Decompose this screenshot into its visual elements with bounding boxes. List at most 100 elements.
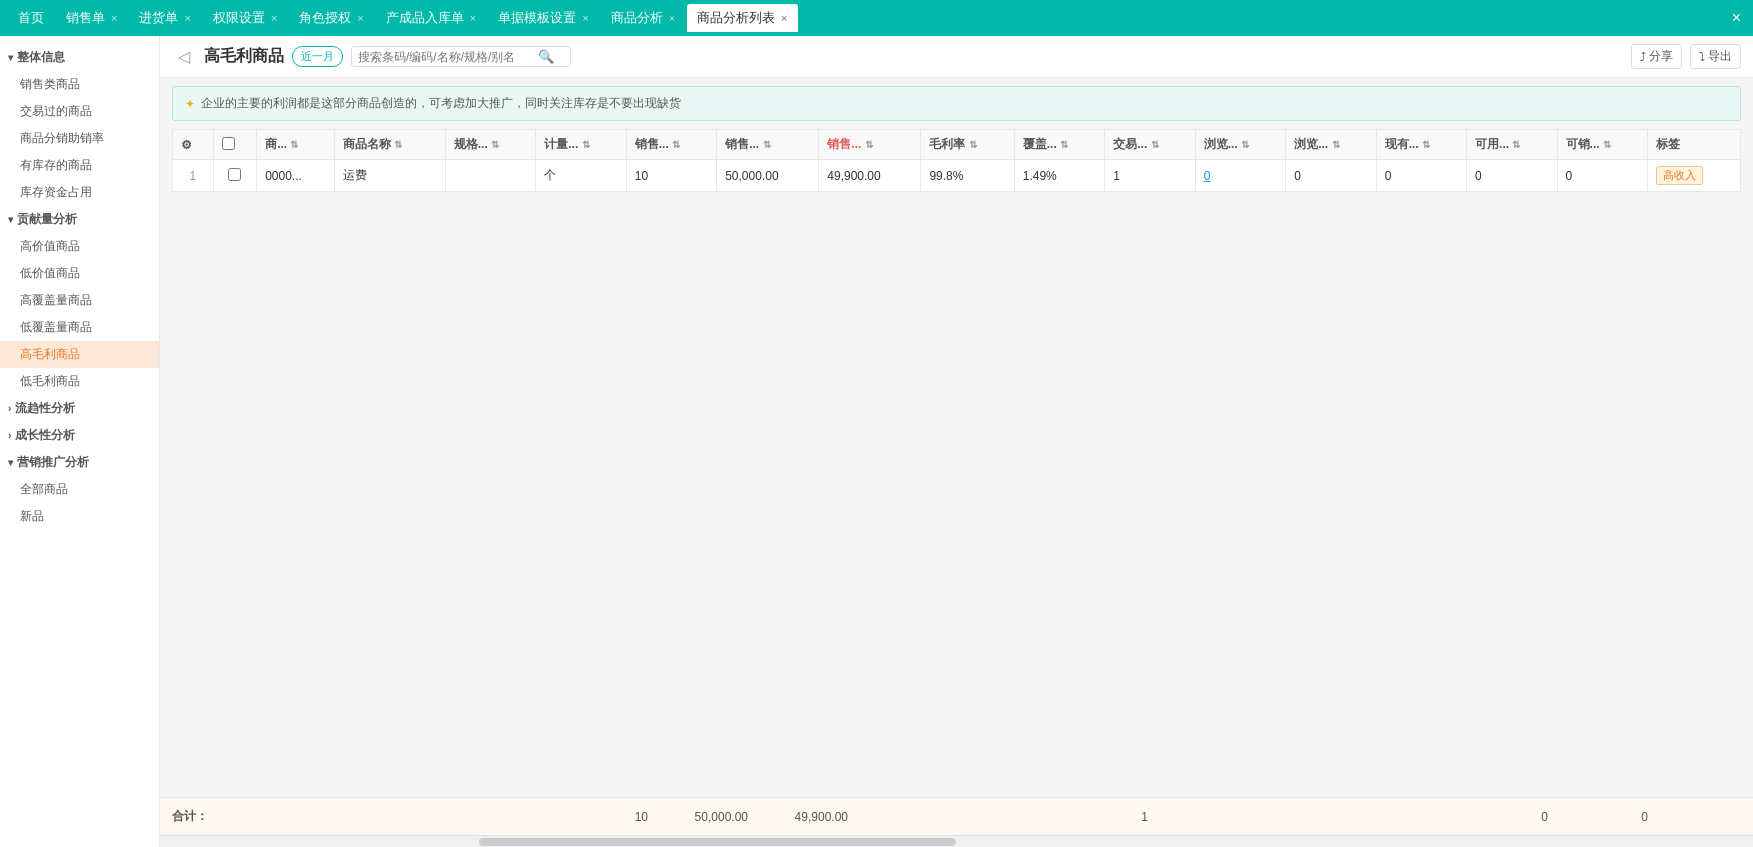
collapse-sidebar-button[interactable]: ◁ (172, 45, 196, 68)
col-unit[interactable]: 计量... ⇅ (536, 130, 626, 160)
search-icon[interactable]: 🔍 (538, 49, 554, 64)
products-table: ⚙ 商... ⇅ 商品名称 ⇅ 规格... ⇅ 计量... ⇅ 销售... ⇅ … (172, 129, 1741, 192)
sidebar-section-trend[interactable]: › 流趋性分析 (0, 395, 159, 422)
sidebar-section-overall[interactable]: ▾ 整体信息 (0, 44, 159, 71)
horizontal-scrollbar[interactable] (160, 835, 1753, 847)
col-spec[interactable]: 规格... ⇅ (445, 130, 535, 160)
tab-permission-settings[interactable]: 权限设置 × (203, 4, 287, 32)
sidebar-item-all-products[interactable]: 全部商品 (0, 476, 159, 503)
sidebar-item-low-value[interactable]: 低价值商品 (0, 260, 159, 287)
col-sales-amt[interactable]: 销售... ⇅ (717, 130, 819, 160)
col-settings[interactable]: ⚙ (173, 130, 214, 160)
tab-analysis-list[interactable]: 商品分析列表 × (687, 4, 797, 32)
row-name: 运费 (335, 160, 446, 192)
col-view2[interactable]: 浏览... ⇅ (1286, 130, 1376, 160)
header-actions: ⤴ 分享 ⤵ 导出 (1631, 44, 1741, 69)
sidebar-item-sales-products[interactable]: 销售类商品 (0, 71, 159, 98)
row-code: 0000... (257, 160, 335, 192)
tab-sales-order[interactable]: 销售单 × (56, 4, 127, 32)
table-row: 1 0000... 运费 个 10 50,000.00 49,900.00 99… (173, 160, 1741, 192)
period-filter-button[interactable]: 近一月 (292, 46, 343, 67)
close-tab-template[interactable]: × (582, 12, 588, 24)
tab-purchase-order[interactable]: 进货单 × (129, 4, 200, 32)
row-sales-amt: 50,000.00 (717, 160, 819, 192)
tab-role-auth[interactable]: 角色授权 × (289, 4, 373, 32)
content-header: ◁ 高毛利商品 近一月 🔍 ⤴ 分享 ⤵ 导出 (160, 36, 1753, 78)
tab-home[interactable]: 首页 (8, 4, 54, 32)
top-navigation: 首页 销售单 × 进货单 × 权限设置 × 角色授权 × 产成品入库单 × 单据… (0, 0, 1753, 36)
arrow-overall: ▾ (8, 52, 13, 63)
sidebar-section-contribution[interactable]: ▾ 贡献量分析 (0, 206, 159, 233)
sidebar-item-in-stock[interactable]: 有库存的商品 (0, 152, 159, 179)
sidebar-item-distribution-rate[interactable]: 商品分销助销率 (0, 125, 159, 152)
sidebar: ▾ 整体信息 销售类商品 交易过的商品 商品分销助销率 有库存的商品 库存资金占… (0, 36, 160, 847)
row-trade-count: 1 (1105, 160, 1195, 192)
arrow-contribution: ▾ (8, 214, 13, 225)
col-view1[interactable]: 浏览... ⇅ (1195, 130, 1285, 160)
row-spec (445, 160, 535, 192)
close-tab-permission[interactable]: × (271, 12, 277, 24)
row-stock-saleable: 0 (1557, 160, 1647, 192)
col-gross-margin[interactable]: 毛利率 ⇅ (921, 130, 1014, 160)
sidebar-item-low-margin[interactable]: 低毛利商品 (0, 368, 159, 395)
close-tab-sales-order[interactable]: × (111, 12, 117, 24)
info-message: 企业的主要的利润都是这部分商品创造的，可考虑加大推广，同时关注库存是不要出现缺货 (201, 95, 681, 112)
export-button[interactable]: ⤵ 导出 (1690, 44, 1741, 69)
row-checkbox-cell[interactable] (213, 160, 257, 192)
search-input[interactable] (358, 50, 538, 64)
share-button[interactable]: ⤴ 分享 (1631, 44, 1682, 69)
row-view1[interactable]: 0 (1195, 160, 1285, 192)
col-tag[interactable]: 标签 (1648, 130, 1741, 160)
col-stock-current[interactable]: 现有... ⇅ (1376, 130, 1466, 160)
col-coverage[interactable]: 覆盖... ⇅ (1014, 130, 1104, 160)
sidebar-item-traded-products[interactable]: 交易过的商品 (0, 98, 159, 125)
col-stock-saleable[interactable]: 可销... ⇅ (1557, 130, 1647, 160)
row-view2: 0 (1286, 160, 1376, 192)
row-tag: 高收入 (1648, 160, 1741, 192)
search-box[interactable]: 🔍 (351, 46, 571, 67)
col-checkbox[interactable] (213, 130, 257, 160)
tab-product-analysis[interactable]: 商品分析 × (601, 4, 685, 32)
sidebar-item-high-margin[interactable]: 高毛利商品 (0, 341, 159, 368)
table-footer: 合计： 10 50,000.00 49,900.00 1 0 0 (160, 797, 1753, 835)
footer-stock-saleable: 0 (1568, 810, 1648, 824)
col-name[interactable]: 商品名称 ⇅ (335, 130, 446, 160)
main-layout: ▾ 整体信息 销售类商品 交易过的商品 商品分销助销率 有库存的商品 库存资金占… (0, 36, 1753, 847)
col-stock-available[interactable]: 可用... ⇅ (1467, 130, 1557, 160)
close-tab-purchase-order[interactable]: × (184, 12, 190, 24)
close-tab-analysis[interactable]: × (669, 12, 675, 24)
close-tab-product-inbound[interactable]: × (470, 12, 476, 24)
col-sales-qty[interactable]: 销售... ⇅ (626, 130, 716, 160)
close-tab-analysis-list[interactable]: × (781, 12, 787, 24)
content-area: ◁ 高毛利商品 近一月 🔍 ⤴ 分享 ⤵ 导出 ✦ 企业的主要的利润都是这部 (160, 36, 1753, 847)
select-all-checkbox[interactable] (222, 137, 235, 150)
col-trade-count[interactable]: 交易... ⇅ (1105, 130, 1195, 160)
close-tab-role-auth[interactable]: × (357, 12, 363, 24)
footer-sales-qty: 10 (568, 810, 648, 824)
sidebar-item-new-products[interactable]: 新品 (0, 503, 159, 530)
table-container: ⚙ 商... ⇅ 商品名称 ⇅ 规格... ⇅ 计量... ⇅ 销售... ⇅ … (160, 129, 1753, 797)
row-stock-available: 0 (1467, 160, 1557, 192)
sidebar-section-growth[interactable]: › 成长性分析 (0, 422, 159, 449)
row-gross-margin: 99.8% (921, 160, 1014, 192)
sidebar-section-marketing[interactable]: ▾ 营销推广分析 (0, 449, 159, 476)
arrow-trend: › (8, 403, 11, 414)
sidebar-item-high-value[interactable]: 高价值商品 (0, 233, 159, 260)
scroll-thumb[interactable] (479, 838, 957, 846)
tab-product-inbound[interactable]: 产成品入库单 × (376, 4, 486, 32)
export-icon: ⤵ (1699, 50, 1705, 64)
col-sales-profit[interactable]: 销售... ⇅ (819, 130, 921, 160)
col-code[interactable]: 商... ⇅ (257, 130, 335, 160)
arrow-growth: › (8, 430, 11, 441)
sidebar-item-high-coverage[interactable]: 高覆盖量商品 (0, 287, 159, 314)
footer-trade-count: 1 (1068, 810, 1148, 824)
row-coverage: 1.49% (1014, 160, 1104, 192)
window-close-button[interactable]: × (1728, 5, 1745, 31)
sidebar-item-inventory-capital[interactable]: 库存资金占用 (0, 179, 159, 206)
footer-sales-profit: 49,900.00 (768, 810, 848, 824)
row-number: 1 (173, 160, 214, 192)
info-banner: ✦ 企业的主要的利润都是这部分商品创造的，可考虑加大推广，同时关注库存是不要出现… (172, 86, 1741, 121)
tab-template-settings[interactable]: 单据模板设置 × (488, 4, 598, 32)
sidebar-item-low-coverage[interactable]: 低覆盖量商品 (0, 314, 159, 341)
row-checkbox[interactable] (228, 168, 241, 181)
